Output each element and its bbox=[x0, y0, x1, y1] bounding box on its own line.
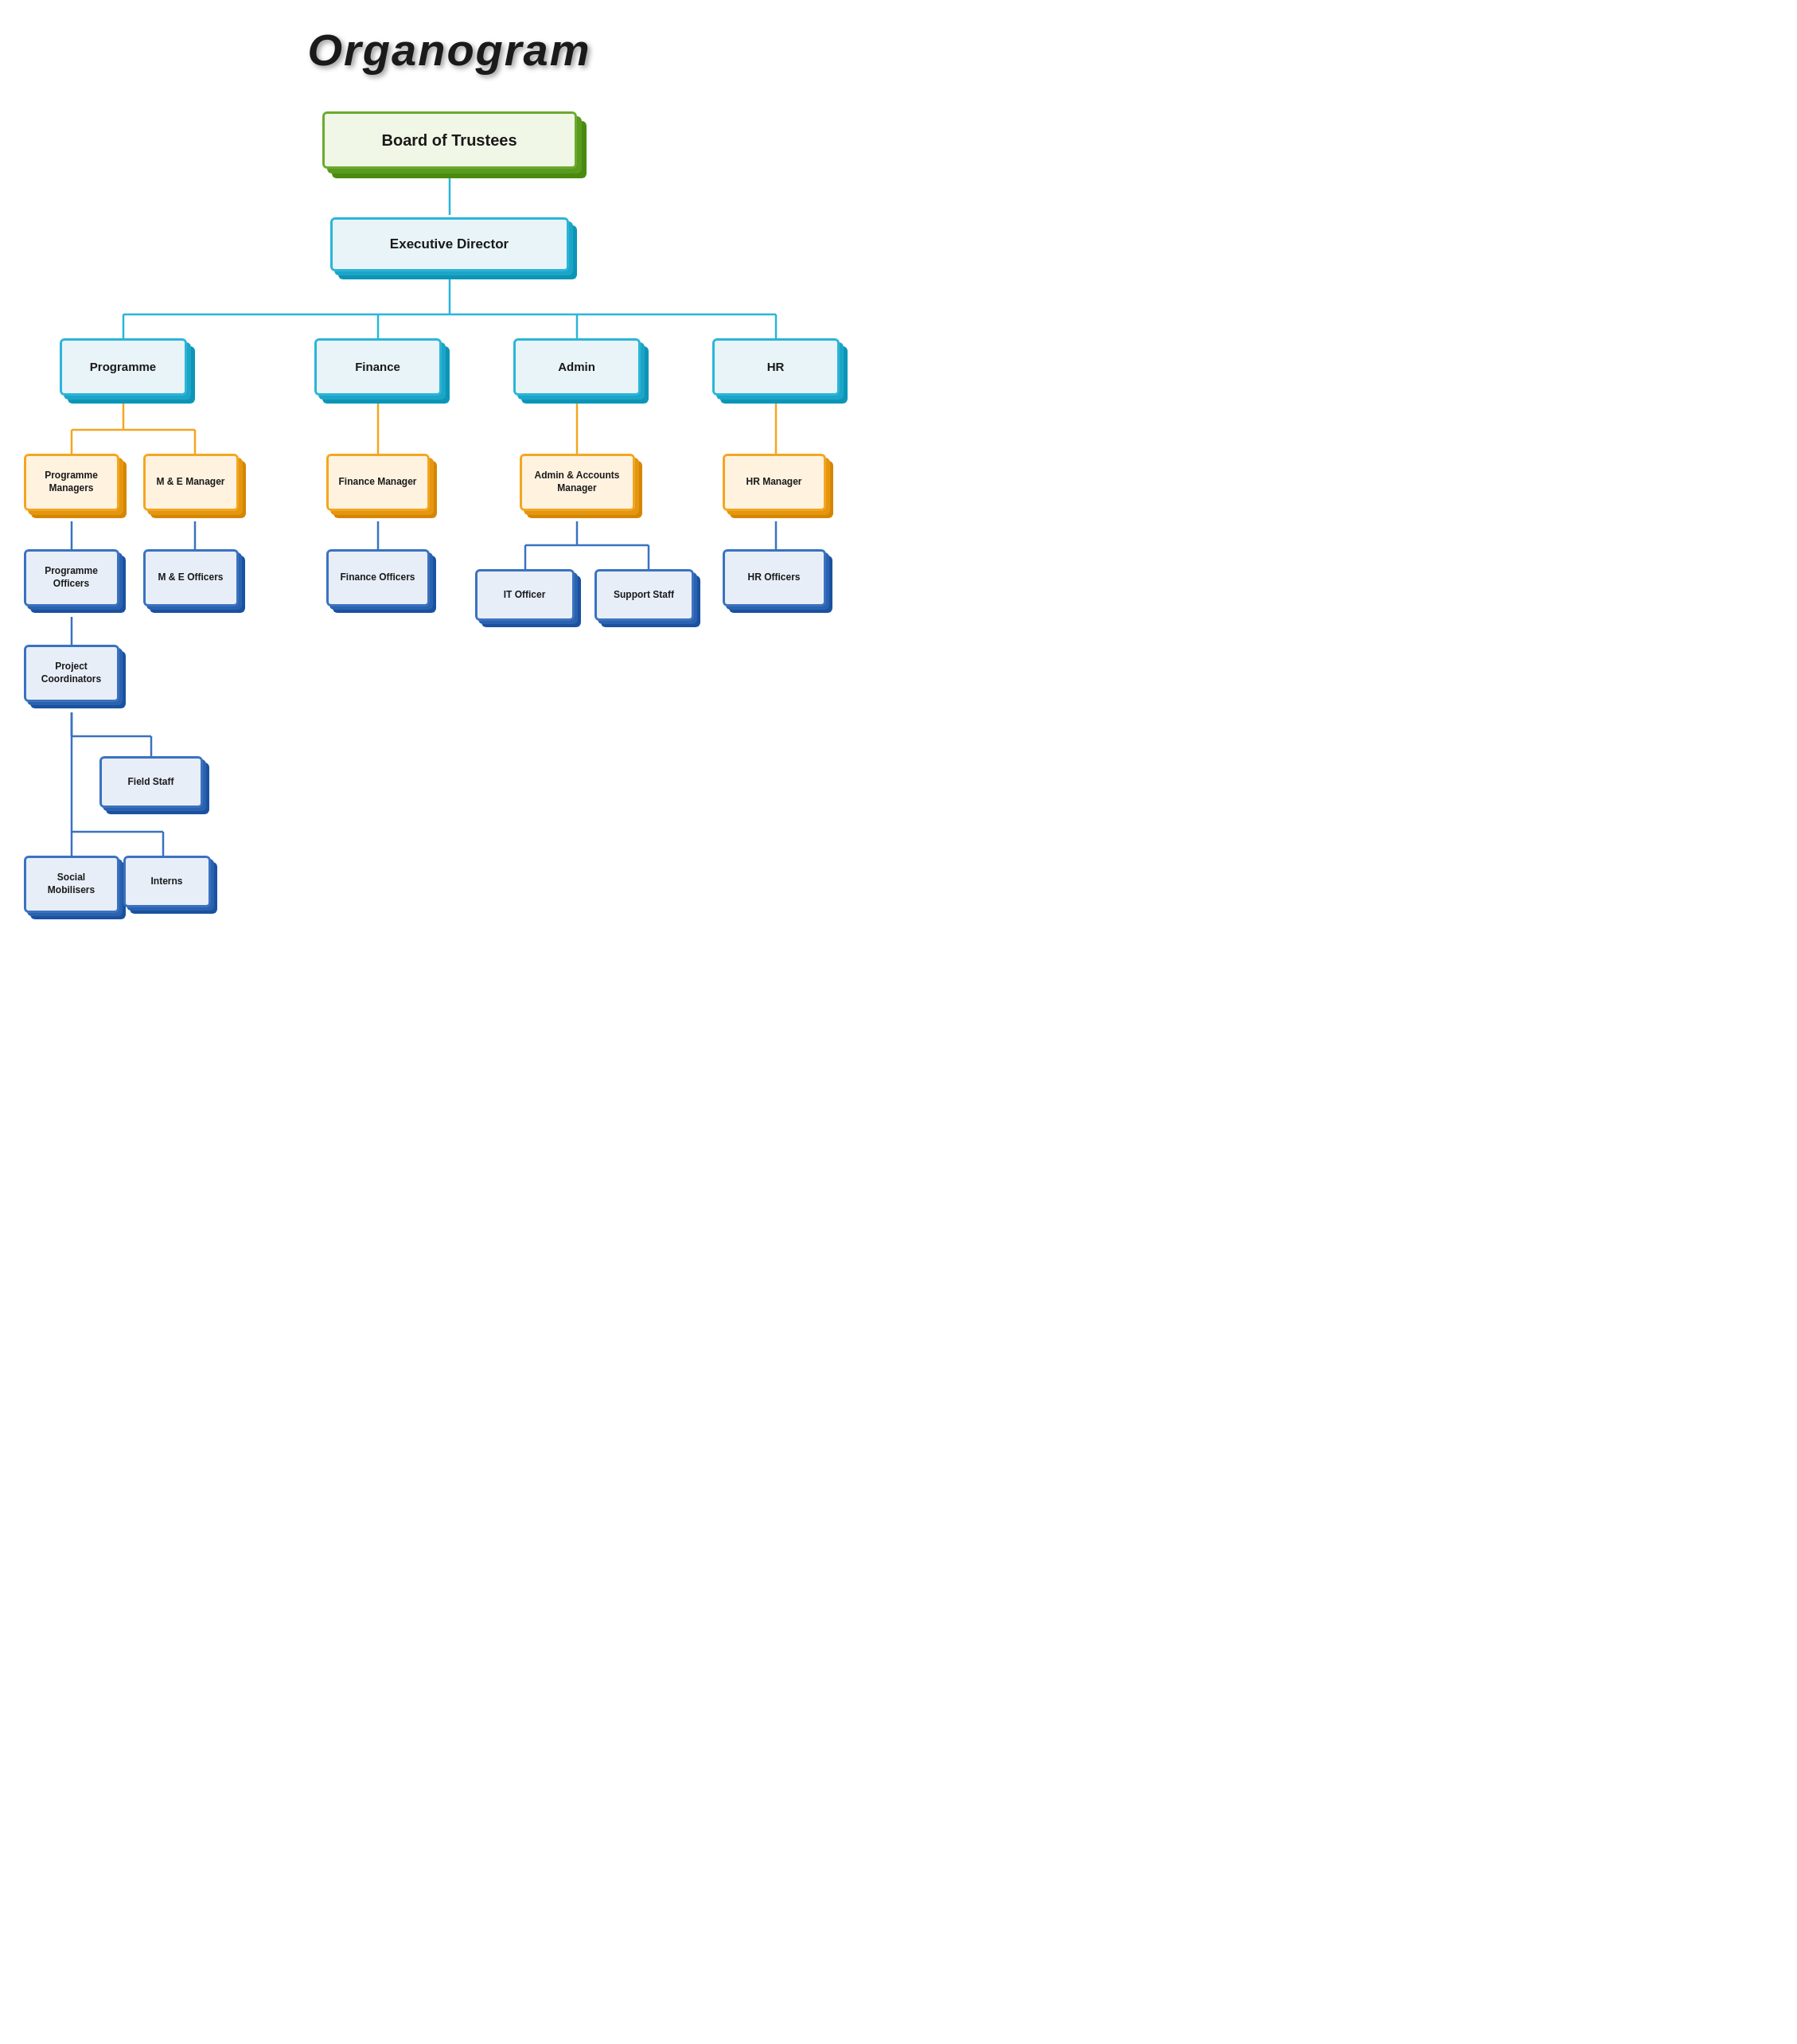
prog-officers-label: Programme Officers bbox=[33, 565, 111, 590]
field-staff-label: Field Staff bbox=[127, 776, 173, 789]
page-title: Organogram bbox=[0, 0, 898, 92]
support-staff-label: Support Staff bbox=[614, 589, 674, 602]
interns-label: Interns bbox=[150, 876, 182, 888]
prog-managers-label: Programme Managers bbox=[33, 470, 111, 494]
hr-manager-label: HR Manager bbox=[746, 476, 801, 489]
finance-officers-label: Finance Officers bbox=[340, 571, 415, 584]
admin-label: Admin bbox=[558, 359, 595, 375]
org-wrap: Board of Trustees Executive Director Pro… bbox=[20, 99, 879, 1015]
me-manager-label: M & E Manager bbox=[156, 476, 224, 489]
hr-officers-box: HR Officers bbox=[723, 549, 826, 607]
programme-label: Programme bbox=[90, 359, 156, 375]
finance-manager-box: Finance Manager bbox=[326, 454, 430, 511]
me-officers-box: M & E Officers bbox=[143, 549, 239, 607]
executive-director-box: Executive Director bbox=[330, 217, 569, 271]
programme-managers-box: Programme Managers bbox=[24, 454, 119, 511]
exec-label: Executive Director bbox=[390, 236, 509, 253]
page-title-container: Organogram bbox=[0, 0, 898, 92]
hr-officers-label: HR Officers bbox=[747, 571, 800, 584]
support-staff-box: Support Staff bbox=[594, 569, 694, 621]
field-staff-box: Field Staff bbox=[99, 756, 203, 808]
hr-label: HR bbox=[767, 359, 785, 375]
finance-label: Finance bbox=[355, 359, 400, 375]
social-mobilisers-box: Social Mobilisers bbox=[24, 856, 119, 913]
project-coordinators-box: Project Coordinators bbox=[24, 645, 119, 702]
it-officer-label: IT Officer bbox=[504, 589, 546, 602]
finance-officers-box: Finance Officers bbox=[326, 549, 430, 607]
admin-box: Admin bbox=[513, 338, 641, 396]
it-officer-box: IT Officer bbox=[475, 569, 575, 621]
programme-officers-box: Programme Officers bbox=[24, 549, 119, 607]
hr-manager-box: HR Manager bbox=[723, 454, 826, 511]
me-officers-label: M & E Officers bbox=[158, 571, 223, 584]
interns-box: Interns bbox=[123, 856, 211, 907]
board-of-trustees-box: Board of Trustees bbox=[322, 111, 577, 169]
social-mob-label: Social Mobilisers bbox=[33, 872, 111, 896]
me-manager-box: M & E Manager bbox=[143, 454, 239, 511]
board-label: Board of Trustees bbox=[381, 130, 516, 150]
finance-box: Finance bbox=[314, 338, 442, 396]
org-chart: Board of Trustees Executive Director Pro… bbox=[0, 92, 898, 1047]
admin-accounts-label: Admin & Accounts Manager bbox=[528, 470, 626, 494]
admin-accounts-box: Admin & Accounts Manager bbox=[520, 454, 635, 511]
finance-manager-label: Finance Manager bbox=[338, 476, 416, 489]
hr-box: HR bbox=[712, 338, 840, 396]
proj-coords-label: Project Coordinators bbox=[33, 661, 111, 685]
programme-box: Programme bbox=[60, 338, 187, 396]
